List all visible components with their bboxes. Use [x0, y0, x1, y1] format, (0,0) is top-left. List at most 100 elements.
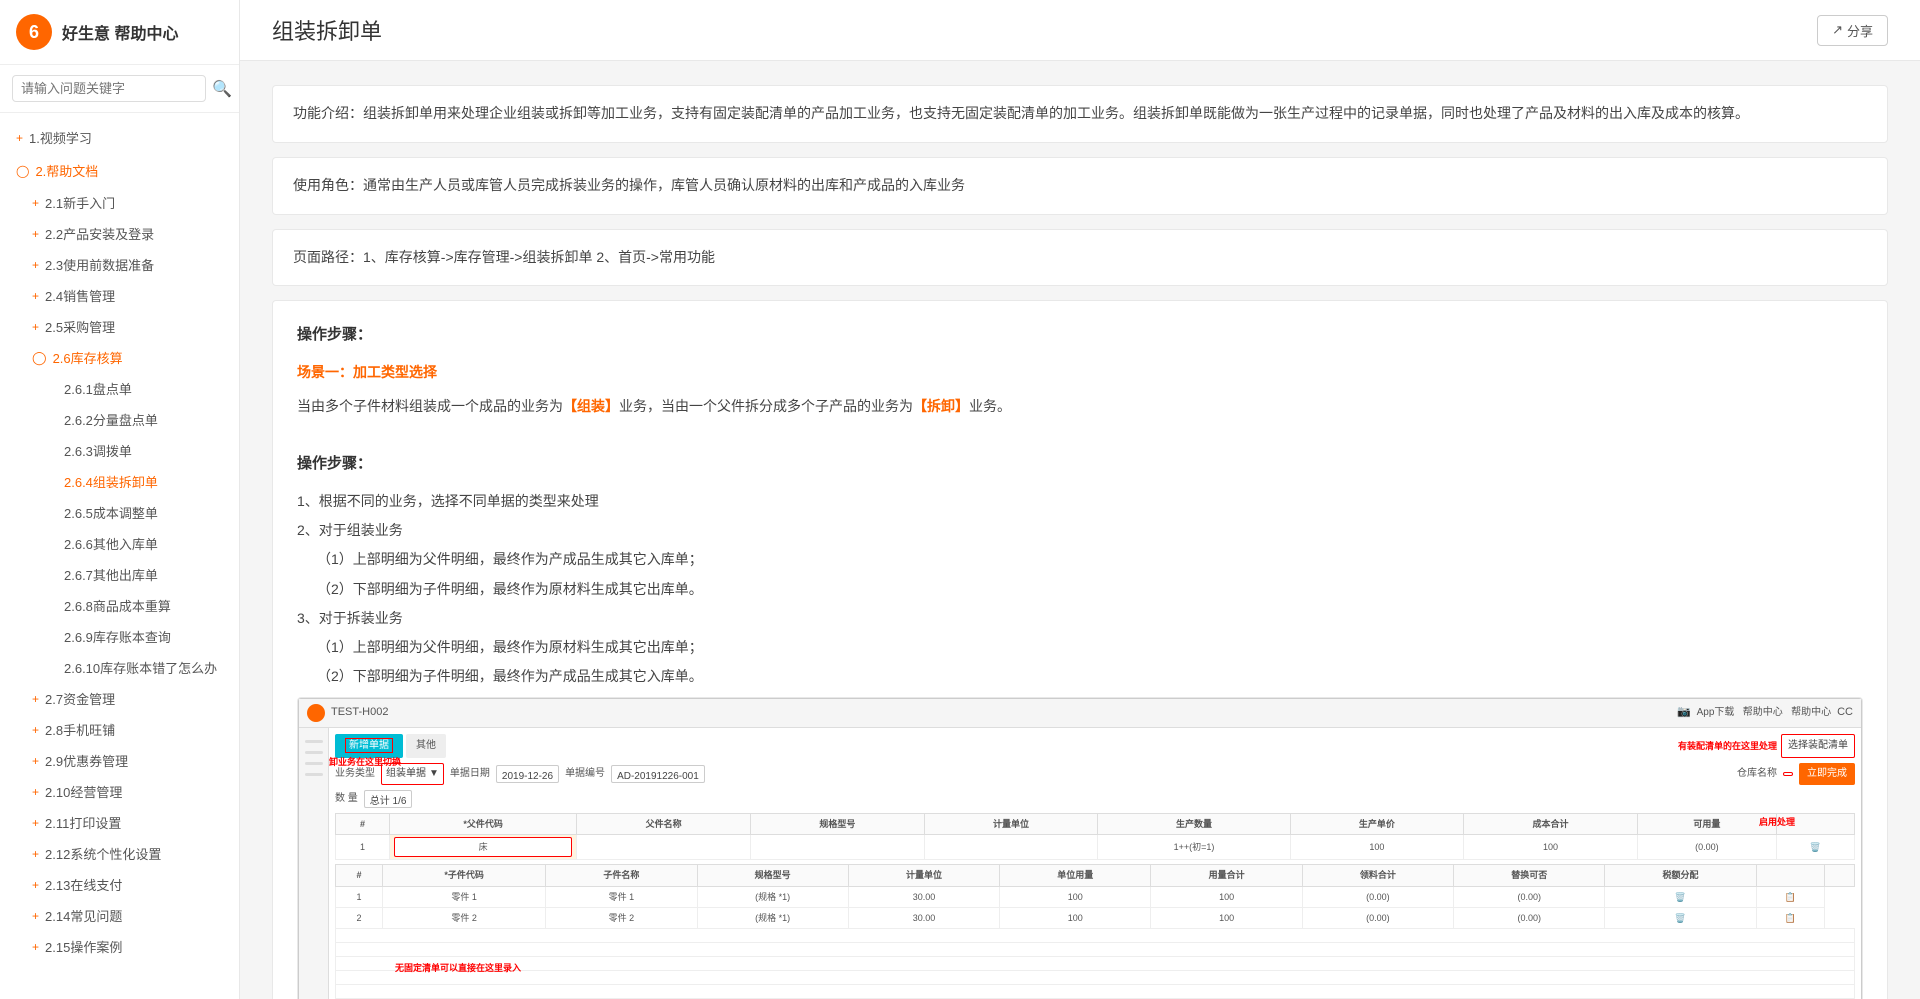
upper-td-1-qty: 1++(初=1): [1098, 835, 1290, 860]
plus-icon-c28: +: [32, 723, 39, 737]
mock-toolbar-text: App下载 帮助中心 帮助中心: [1697, 704, 1831, 722]
plus-icon-c214: +: [32, 909, 39, 923]
disassemble-keyword: 【拆卸】: [913, 398, 969, 414]
sidebar-item-g261[interactable]: 2.6.1盘点单: [16, 373, 239, 404]
nav-section-help: ◯ 2.帮助文档 + 2.1新手入门 + 2.2产品安装及登录 + 2.3使用前…: [0, 154, 239, 962]
sidebar-item-c28[interactable]: + 2.8手机旺铺: [0, 714, 239, 745]
plus-icon-c21: +: [32, 196, 39, 210]
sidebar-item-c211[interactable]: + 2.11打印设置: [0, 807, 239, 838]
lower-table-row-2: 2 零件 2 零件 2 (规格 *1) 30.00 100 100 (0.00): [336, 907, 1855, 928]
sidebar-item-c24[interactable]: + 2.4销售管理: [0, 280, 239, 311]
lower-table-row-7: [336, 985, 1855, 999]
ops-block: 操作步骤： 场景一：加工类型选择 当由多个子件材料组装成一个成品的业务为【组装】…: [272, 300, 1888, 999]
sidebar-item-c26[interactable]: ◯ 2.6库存核算: [0, 342, 239, 373]
nav-grandchild-26: 2.6.1盘点单 2.6.2分量盘点单 2.6.3调拨单 2.6.4组装拆卸单 …: [0, 373, 239, 683]
lower-th-usage: 单位用量: [1000, 865, 1151, 886]
lower-td-1-name: 零件 1: [546, 886, 697, 907]
lower-td-1-usage: 100: [1000, 886, 1151, 907]
sidebar-item-c21-label: 2.1新手入门: [45, 193, 115, 212]
sidebar-item-c21[interactable]: + 2.1新手入门: [0, 187, 239, 218]
sidebar-item-g264[interactable]: 2.6.4组装拆卸单: [16, 466, 239, 497]
upper-td-1-code: 床: [390, 835, 577, 860]
sidebar-item-c28-label: 2.8手机旺铺: [45, 720, 115, 739]
mock-dropdown-icon: ▼: [429, 765, 439, 783]
lower-td-empty-5: [336, 957, 1855, 971]
plus-icon-c215: +: [32, 940, 39, 954]
sidebar-item-c27-label: 2.7资金管理: [45, 689, 115, 708]
mock-confirm-btn[interactable]: 立即完成: [1799, 763, 1855, 785]
lower-td-2-replace: (0.00): [1302, 907, 1453, 928]
lower-table-row-4: [336, 943, 1855, 957]
step2b: （2）下部明细为子件明细，最终作为原材料生成其它出库单。: [297, 577, 1863, 602]
upper-td-1-name: [577, 835, 751, 860]
lower-th-name: 子件名称: [546, 865, 697, 886]
lower-td-1-ops2: 📋: [1756, 886, 1824, 907]
share-button[interactable]: ↗ 分享: [1817, 15, 1888, 46]
sidebar-item-g269[interactable]: 2.6.9库存账本查询: [16, 621, 239, 652]
assemble-keyword: 【组装】: [563, 398, 619, 414]
mock-app-bar: TEST-H002 📷 App下载 帮助中心 帮助中心 CC: [299, 699, 1861, 728]
search-icon[interactable]: 🔍: [212, 79, 232, 99]
step2: 2、对于组装业务: [297, 518, 1863, 543]
lower-td-1-tax: (0.00): [1454, 886, 1605, 907]
upper-td-1-spec: [751, 835, 925, 860]
sidebar-item-g2610[interactable]: 2.6.10库存账本错了怎么办: [16, 652, 239, 683]
step1: 1、根据不同的业务，选择不同单据的类型来处理: [297, 489, 1863, 514]
sidebar-item-g263[interactable]: 2.6.3调拨单: [16, 435, 239, 466]
sidebar-item-g262[interactable]: 2.6.2分量盘点单: [16, 404, 239, 435]
sidebar-item-g267[interactable]: 2.6.7其他出库单: [16, 559, 239, 590]
annotation4-container: 无固定清单可以直接在这里录入: [395, 954, 521, 979]
search-input[interactable]: [12, 75, 206, 102]
sidebar-item-c214[interactable]: + 2.14常见问题: [0, 900, 239, 931]
lower-td-2-name: 零件 2: [546, 907, 697, 928]
sidebar-item-c210-label: 2.10经营管理: [45, 782, 122, 801]
upper-th-avail: 可用量: [1637, 814, 1776, 835]
path-text: 页面路径：1、库存核算->库存管理->组装拆卸单 2、首页->常用功能: [293, 249, 715, 265]
upper-td-1-cost: 100: [1464, 835, 1638, 860]
sidebar-item-c215[interactable]: + 2.15操作案例: [0, 931, 239, 962]
sidebar-item-c22[interactable]: + 2.2产品安装及登录: [0, 218, 239, 249]
sidebar-item-c213-label: 2.13在线支付: [45, 875, 122, 894]
lower-table-header-row: # *子件代码 子件名称 规格型号 计量单位 单位用量 用量合计 领料合计: [336, 865, 1855, 886]
sidebar-item-g266[interactable]: 2.6.6其他入库单: [16, 528, 239, 559]
ops-steps-heading: 操作步骤：: [297, 450, 1863, 477]
mock-logo: [307, 704, 325, 722]
lower-td-empty-4: [336, 943, 1855, 957]
lower-td-2-num: 2: [336, 907, 383, 928]
ops-heading: 操作步骤：: [297, 321, 1863, 348]
mock-tab2: 其他: [406, 734, 446, 758]
lower-table-row-1: 1 零件 1 零件 1 (规格 *1) 30.00 100 100 (0.00): [336, 886, 1855, 907]
sidebar-item-c210[interactable]: + 2.10经营管理: [0, 776, 239, 807]
plus-icon-c22: +: [32, 227, 39, 241]
sidebar-item-g268[interactable]: 2.6.8商品成本重算: [16, 590, 239, 621]
mock-select-btn: 选择装配清单: [1781, 734, 1855, 758]
lower-td-1-code: 零件 1: [383, 886, 546, 907]
intro-card-2: 使用角色：通常由生产人员或库管人员完成拆装业务的操作，库管人员确认原材料的出库和…: [272, 157, 1888, 215]
sidebar-item-video[interactable]: + 1.视频学习: [0, 121, 239, 154]
scenario1-desc: 当由多个子件材料组装成一个成品的业务为【组装】业务，当由一个父件拆分成多个子产品…: [297, 394, 1863, 419]
nav-children-help: + 2.1新手入门 + 2.2产品安装及登录 + 2.3使用前数据准备 + 2.…: [0, 187, 239, 962]
sidebar-item-c212[interactable]: + 2.12系统个性化设置: [0, 838, 239, 869]
sidebar: 6 好生意 帮助中心 🔍 + 1.视频学习 ◯ 2.帮助文档 + 2.1新手入: [0, 0, 240, 999]
upper-table-section: # *父件代码 父件名称 规格型号 计量单位 生产数量 生产单价 成本合计: [335, 813, 1855, 860]
sidebar-item-c27[interactable]: + 2.7资金管理: [0, 683, 239, 714]
path-card: 页面路径：1、库存核算->库存管理->组装拆卸单 2、首页->常用功能: [272, 229, 1888, 287]
upper-th-spec: 规格型号: [751, 814, 925, 835]
mock-content-area: 新增单据 组装业务、拆卸业务在这里切换 其他 有装配清单的在这里处理 选择装配: [299, 728, 1861, 999]
sidebar-item-help[interactable]: ◯ 2.帮助文档: [0, 154, 239, 187]
lower-th-spec: 规格型号: [697, 865, 848, 886]
sidebar-item-g265[interactable]: 2.6.5成本调整单: [16, 497, 239, 528]
sidebar-item-c23[interactable]: + 2.3使用前数据准备: [0, 249, 239, 280]
screenshot-wrapper: TEST-H002 📷 App下载 帮助中心 帮助中心 CC: [297, 697, 1863, 999]
search-area: 🔍: [0, 65, 239, 113]
lower-table-row-3: [336, 929, 1855, 943]
annotation3-container: 启用处理: [1759, 808, 1795, 833]
upper-td-1-price: 100: [1290, 835, 1464, 860]
sidebar-item-c213[interactable]: + 2.13在线支付: [0, 869, 239, 900]
logo-area: 6 好生意 帮助中心: [0, 0, 239, 65]
sidebar-item-c29[interactable]: + 2.9优惠券管理: [0, 745, 239, 776]
mock-qty-input: 总计 1/6: [364, 790, 413, 808]
upper-table-header-row: # *父件代码 父件名称 规格型号 计量单位 生产数量 生产单价 成本合计: [336, 814, 1855, 835]
mock-tab-new: 新增单据: [345, 738, 393, 753]
sidebar-item-c25[interactable]: + 2.5采购管理: [0, 311, 239, 342]
